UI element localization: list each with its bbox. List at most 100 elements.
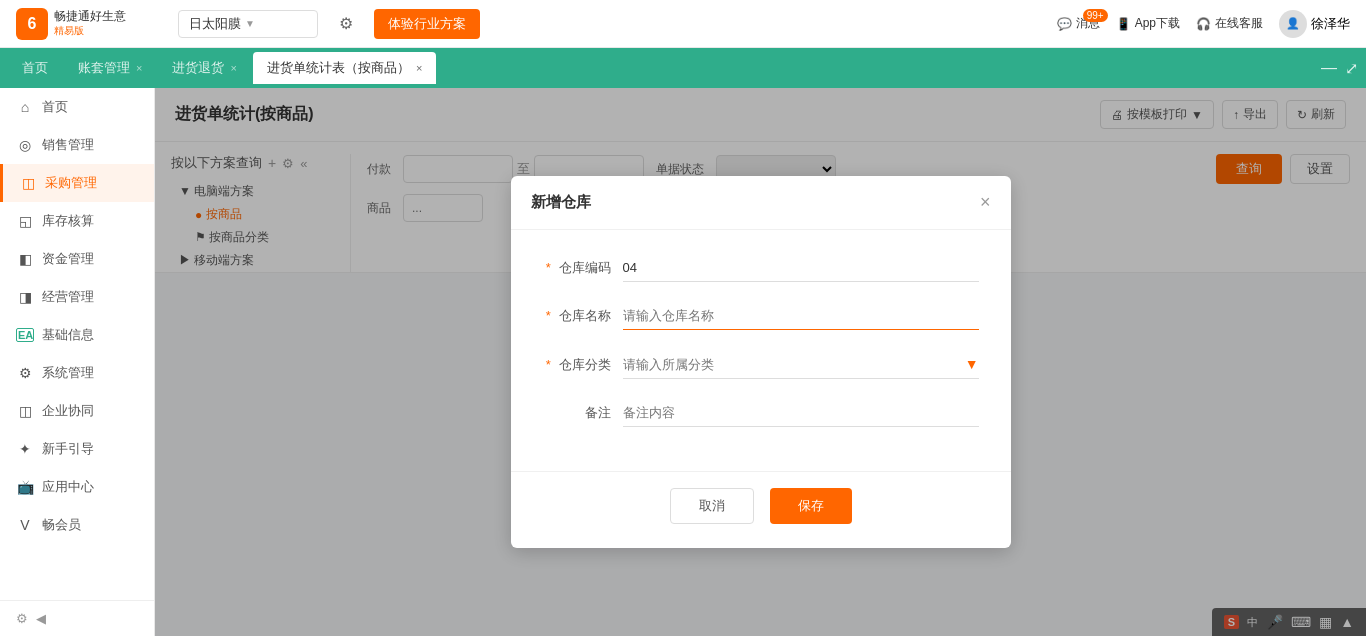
sales-icon: ◎ (16, 137, 34, 153)
sidebar-item-basic-info[interactable]: EA 基础信息 (0, 316, 154, 354)
app-download-label: App下载 (1135, 15, 1180, 32)
guide-icon: ✦ (16, 441, 34, 457)
logo-area: 6 畅捷通好生意 精易版 (16, 8, 166, 40)
modal-overlay: 新增仓库 × * 仓库编码 * (155, 88, 1366, 636)
warehouse-name-input[interactable] (623, 302, 979, 330)
modal-header: 新增仓库 × (511, 176, 1011, 230)
online-service-label: 在线客服 (1215, 15, 1263, 32)
top-bar-right: 💬 消息 99+ 📱 App下载 🎧 在线客服 👤 徐泽华 (1057, 10, 1350, 38)
purchase-icon: ◫ (19, 175, 37, 191)
sidebar-item-finance[interactable]: ◧ 资金管理 (0, 240, 154, 278)
home-icon: ⌂ (16, 99, 34, 115)
content-area: 进货单统计(按商品) 🖨 按模板打印 ▼ ↑ 导出 ↻ 刷新 (155, 88, 1366, 636)
app-logo: 6 (16, 8, 48, 40)
sidebar-item-system-label: 系统管理 (42, 364, 94, 382)
sidebar-item-finance-label: 资金管理 (42, 250, 94, 268)
store-name: 日太阳膜 (189, 15, 241, 33)
message-icon: 💬 (1057, 17, 1072, 31)
form-label-name: * 仓库名称 (543, 307, 623, 325)
warehouse-code-input[interactable] (623, 254, 979, 282)
form-row-name: * 仓库名称 (543, 302, 979, 330)
sidebar-item-basic-info-label: 基础信息 (42, 326, 94, 344)
tab-bar-actions: — ⤢ (1321, 59, 1358, 78)
app-name: 畅捷通好生意 (54, 9, 126, 25)
tab-purchase-return[interactable]: 进货退货 × (158, 52, 250, 84)
sidebar-settings-icon[interactable]: ⚙ (16, 611, 28, 626)
app-badge: 精易版 (54, 24, 126, 38)
headset-icon: 🎧 (1196, 17, 1211, 31)
new-warehouse-modal: 新增仓库 × * 仓库编码 * (511, 176, 1011, 548)
phone-icon: 📱 (1116, 17, 1131, 31)
tab-accounts-label: 账套管理 (78, 59, 130, 77)
sidebar-item-enterprise-label: 企业协同 (42, 402, 94, 420)
sidebar-item-guide[interactable]: ✦ 新手引导 (0, 430, 154, 468)
form-required-category: * (546, 357, 551, 372)
form-row-category: * 仓库分类 ▼ (543, 350, 979, 379)
warehouse-category-input[interactable] (623, 357, 965, 372)
sidebar-item-app-center-label: 应用中心 (42, 478, 94, 496)
category-dropdown-arrow[interactable]: ▼ (965, 356, 979, 372)
sidebar-item-home[interactable]: ⌂ 首页 (0, 88, 154, 126)
tab-minimize-button[interactable]: — (1321, 59, 1337, 78)
app-download-button[interactable]: 📱 App下载 (1116, 15, 1180, 32)
tab-expand-button[interactable]: ⤢ (1345, 59, 1358, 78)
form-required-code: * (546, 260, 551, 275)
sidebar-item-system[interactable]: ⚙ 系统管理 (0, 354, 154, 392)
sidebar-item-app-center[interactable]: 📺 应用中心 (0, 468, 154, 506)
sidebar-item-purchase-label: 采购管理 (45, 174, 97, 192)
sidebar-bottom: ⚙ ◀ (0, 600, 154, 636)
warehouse-remark-input[interactable] (623, 399, 979, 427)
tab-accounts[interactable]: 账套管理 × (64, 52, 156, 84)
form-required-name: * (546, 308, 551, 323)
sidebar-collapse-icon[interactable]: ◀ (36, 611, 46, 626)
top-bar: 6 畅捷通好生意 精易版 日太阳膜 ▼ ⚙ 体验行业方案 💬 消息 99+ 📱 … (0, 0, 1366, 48)
sidebar-item-purchase[interactable]: ◫ 采购管理 (0, 164, 154, 202)
system-icon: ⚙ (16, 365, 34, 381)
tab-bar: 首页 账套管理 × 进货退货 × 进货单统计表（按商品） × — ⤢ (0, 48, 1366, 88)
message-button[interactable]: 💬 消息 99+ (1057, 15, 1100, 32)
sidebar-item-inventory-label: 库存核算 (42, 212, 94, 230)
cancel-button[interactable]: 取消 (670, 488, 754, 524)
enterprise-icon: ◫ (16, 403, 34, 419)
modal-close-button[interactable]: × (980, 192, 991, 213)
finance-icon: ◧ (16, 251, 34, 267)
form-row-remark: 备注 (543, 399, 979, 427)
main-layout: ⌂ 首页 ◎ 销售管理 ◫ 采购管理 ◱ 库存核算 ◧ 资金管理 ◨ 经营管理 … (0, 88, 1366, 636)
tab-purchase-stats[interactable]: 进货单统计表（按商品） × (253, 52, 436, 84)
user-info[interactable]: 👤 徐泽华 (1279, 10, 1350, 38)
message-badge: 99+ (1083, 9, 1108, 22)
online-service-button[interactable]: 🎧 在线客服 (1196, 15, 1263, 32)
operations-icon: ◨ (16, 289, 34, 305)
form-label-code: * 仓库编码 (543, 259, 623, 277)
save-button[interactable]: 保存 (770, 488, 852, 524)
tab-purchase-return-label: 进货退货 (172, 59, 224, 77)
store-selector[interactable]: 日太阳膜 ▼ (178, 10, 318, 38)
modal-footer: 取消 保存 (511, 471, 1011, 548)
form-label-category: * 仓库分类 (543, 356, 623, 374)
sidebar-item-vip[interactable]: V 畅会员 (0, 506, 154, 544)
trial-button[interactable]: 体验行业方案 (374, 9, 480, 39)
store-dropdown-arrow: ▼ (245, 18, 255, 29)
form-label-remark: 备注 (543, 404, 623, 422)
username: 徐泽华 (1311, 15, 1350, 33)
sidebar-item-sales[interactable]: ◎ 销售管理 (0, 126, 154, 164)
tab-accounts-close[interactable]: × (136, 62, 142, 74)
sidebar-item-guide-label: 新手引导 (42, 440, 94, 458)
basic-info-icon: EA (16, 328, 34, 342)
tab-purchase-stats-label: 进货单统计表（按商品） (267, 59, 410, 77)
warehouse-category-wrapper: ▼ (623, 350, 979, 379)
tab-home[interactable]: 首页 (8, 52, 62, 84)
vip-icon: V (16, 517, 34, 533)
tab-purchase-return-close[interactable]: × (230, 62, 236, 74)
sidebar-item-enterprise[interactable]: ◫ 企业协同 (0, 392, 154, 430)
settings-icon[interactable]: ⚙ (330, 8, 362, 40)
sidebar-item-inventory[interactable]: ◱ 库存核算 (0, 202, 154, 240)
app-center-icon: 📺 (16, 479, 34, 495)
sidebar-item-operations[interactable]: ◨ 经营管理 (0, 278, 154, 316)
sidebar: ⌂ 首页 ◎ 销售管理 ◫ 采购管理 ◱ 库存核算 ◧ 资金管理 ◨ 经营管理 … (0, 88, 155, 636)
avatar: 👤 (1279, 10, 1307, 38)
modal-body: * 仓库编码 * 仓库名称 (511, 230, 1011, 471)
sidebar-item-vip-label: 畅会员 (42, 516, 81, 534)
tab-purchase-stats-close[interactable]: × (416, 62, 422, 74)
sidebar-item-sales-label: 销售管理 (42, 136, 94, 154)
